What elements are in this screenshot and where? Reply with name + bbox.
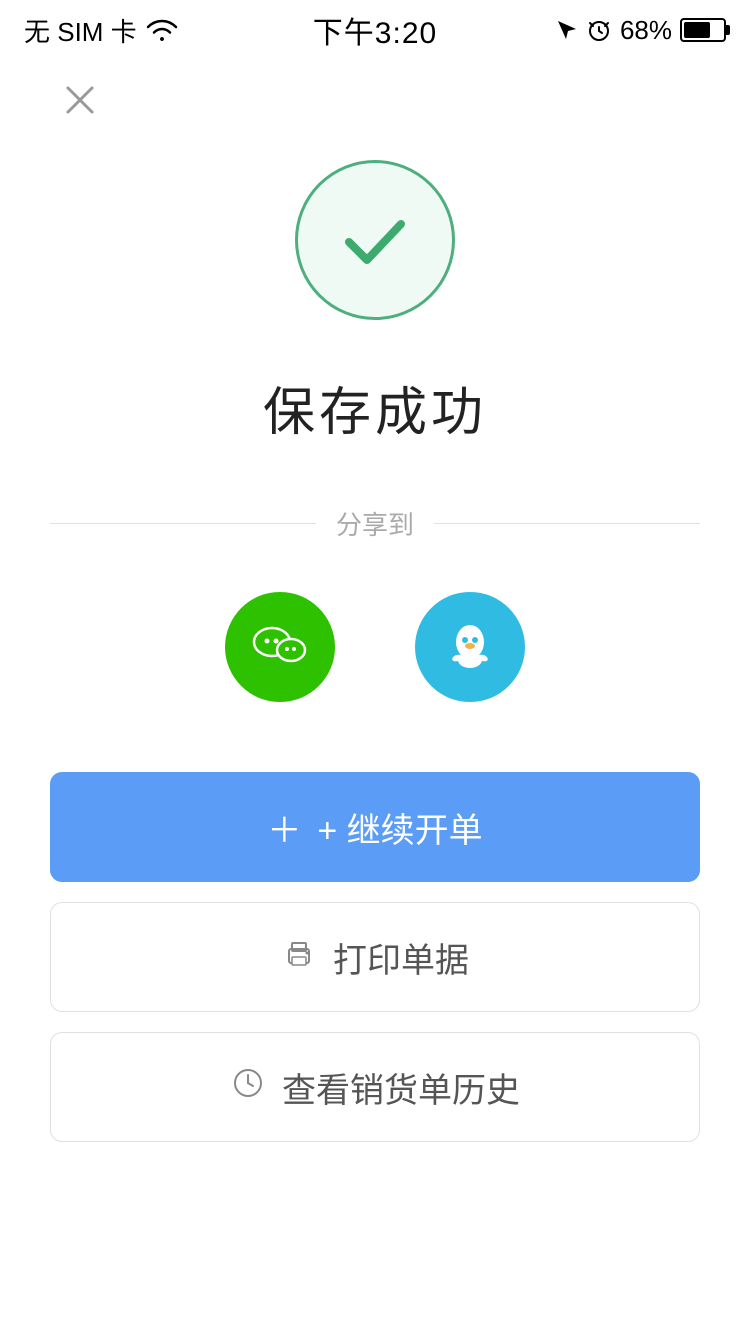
checkmark-icon: [335, 200, 415, 280]
status-bar: 无 SIM 卡 下午3:20 68%: [0, 0, 750, 60]
wechat-share-button[interactable]: [225, 592, 335, 702]
print-button[interactable]: 打印单据: [50, 902, 700, 1012]
divider-left: [50, 523, 316, 524]
close-icon: [62, 82, 98, 118]
share-icons: [225, 592, 525, 702]
divider-right: [434, 523, 700, 524]
history-button[interactable]: 查看销货单历史: [50, 1032, 700, 1142]
location-icon: [556, 19, 578, 41]
status-time: 下午3:20: [313, 8, 437, 52]
close-button[interactable]: [50, 70, 110, 130]
success-circle-wrap: [295, 160, 455, 320]
alarm-icon: [586, 17, 612, 43]
status-right: 68%: [556, 15, 726, 46]
success-title: 保存成功: [263, 370, 487, 445]
battery-icon: [680, 18, 726, 42]
battery-percent: 68%: [620, 15, 672, 46]
divider-row: 分享到: [50, 505, 700, 542]
continue-button[interactable]: ＋ + 继续开单: [50, 772, 700, 882]
main-content: 保存成功 分享到: [0, 60, 750, 1142]
qq-icon: [437, 614, 503, 680]
success-circle: [295, 160, 455, 320]
clock-icon: [230, 1065, 266, 1110]
share-section: 分享到: [50, 505, 700, 702]
wifi-icon: [145, 17, 179, 43]
action-buttons: ＋ + 继续开单 打印单据 查看销货单历史: [50, 772, 700, 1142]
sim-label: 无 SIM 卡: [24, 12, 137, 49]
status-left: 无 SIM 卡: [24, 12, 179, 49]
continue-label: + 继续开单: [317, 803, 482, 852]
history-label: 查看销货单历史: [282, 1063, 520, 1112]
print-label: 打印单据: [333, 933, 469, 982]
plus-icon: ＋: [267, 803, 301, 852]
qq-share-button[interactable]: [415, 592, 525, 702]
printer-icon: [281, 935, 317, 980]
share-label: 分享到: [336, 505, 414, 542]
wechat-icon: [247, 614, 313, 680]
